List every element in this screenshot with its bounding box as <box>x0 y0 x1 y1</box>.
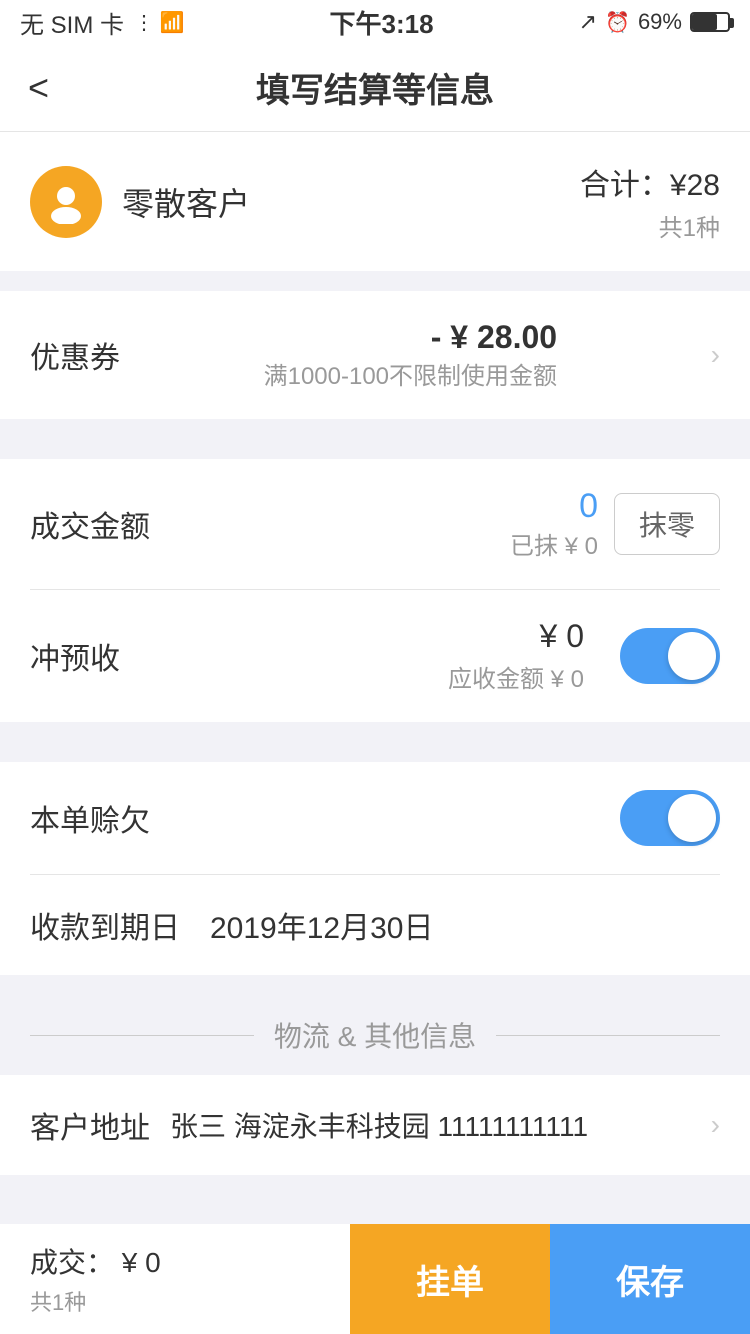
customer-right: 合计：¥28 共1种 <box>580 160 720 243</box>
transaction-section: 成交金额 0 已抹 ¥ 0 抹零 冲预收 ¥ 0 应收金额 ¥ 0 <box>0 459 750 722</box>
pending-button[interactable]: 挂单 <box>350 1224 550 1334</box>
bottom-transaction-label: 成交： <box>30 1247 114 1278</box>
coupon-section[interactable]: 优惠券 - ¥ 28.00 满1000-100不限制使用金额 › <box>0 291 750 419</box>
chevron-right-icon: › <box>711 339 720 371</box>
transaction-already-rounded: 已抹 ¥ 0 <box>510 526 598 561</box>
status-right: ↗ ⏰ 69% <box>579 9 730 35</box>
debt-toggle[interactable] <box>620 790 720 846</box>
alarm-icon: ⏰ <box>605 10 630 35</box>
due-date-value: 2019年12月30日 <box>210 903 433 947</box>
address-row[interactable]: 客户地址 张三 海淀永丰科技园 11111111111 › <box>0 1075 750 1175</box>
bottom-bar: 成交： ¥ 0 共1种 挂单 保存 <box>0 1224 750 1334</box>
customer-name: 零散客户 <box>122 179 250 225</box>
section-divider-2 <box>0 742 750 762</box>
transaction-amount-right: 0 已抹 ¥ 0 抹零 <box>150 487 720 561</box>
sim-status: 无 SIM 卡 <box>20 5 124 40</box>
transaction-amount-row: 成交金额 0 已抹 ¥ 0 抹零 <box>0 459 750 589</box>
address-section[interactable]: 客户地址 张三 海淀永丰科技园 11111111111 › <box>0 1075 750 1175</box>
bottom-count: 共1种 <box>30 1285 320 1317</box>
debt-section: 本单赊欠 收款到期日 2019年12月30日 <box>0 762 750 975</box>
toggle-knob <box>668 632 716 680</box>
nav-bar: < 填写结算等信息 <box>0 44 750 132</box>
coupon-label: 优惠券 <box>30 333 120 377</box>
prepayment-label: 冲预收 <box>30 634 120 678</box>
bottom-info: 成交： ¥ 0 共1种 <box>0 1241 350 1317</box>
debt-label: 本单赊欠 <box>30 796 150 840</box>
customer-row: 零散客户 合计：¥28 共1种 <box>0 132 750 271</box>
total-amount: 合计：¥28 <box>580 160 720 204</box>
location-icon: ↗ <box>579 9 597 35</box>
coupon-value: - ¥ 28.00 <box>264 319 557 356</box>
content: 零散客户 合计：¥28 共1种 优惠券 - ¥ 28.00 满1000-100不… <box>0 132 750 1315</box>
prepayment-right: ¥ 0 应收金额 ¥ 0 <box>120 618 720 694</box>
coupon-block: - ¥ 28.00 满1000-100不限制使用金额 <box>264 319 557 391</box>
prepayment-row: 冲预收 ¥ 0 应收金额 ¥ 0 <box>0 590 750 722</box>
page-title: 填写结算等信息 <box>256 63 494 112</box>
logistics-label: 物流 & 其他信息 <box>254 1015 496 1055</box>
prepayment-sub: 应收金额 ¥ 0 <box>448 659 584 694</box>
address-value: 张三 海淀永丰科技园 11111111111 <box>150 1105 711 1145</box>
transaction-amount-value: 0 <box>510 487 598 526</box>
time: 下午3:18 <box>330 4 434 41</box>
bottom-transaction: 成交： ¥ 0 <box>30 1241 320 1281</box>
customer-section: 零散客户 合计：¥28 共1种 <box>0 132 750 271</box>
section-divider-1 <box>0 439 750 459</box>
wifi-icon: ⋮ 📶 <box>134 10 184 35</box>
battery-icon <box>690 12 730 32</box>
battery-percent: 69% <box>638 9 682 35</box>
prepayment-toggle[interactable] <box>620 628 720 684</box>
transaction-amount-label: 成交金额 <box>30 502 150 546</box>
debt-row: 本单赊欠 <box>0 762 750 874</box>
debt-right <box>150 790 720 846</box>
address-chevron-icon: › <box>711 1109 720 1141</box>
back-button[interactable]: < <box>28 67 49 109</box>
coupon-row[interactable]: 优惠券 - ¥ 28.00 满1000-100不限制使用金额 › <box>0 291 750 419</box>
bottom-transaction-value: ¥ 0 <box>122 1247 161 1278</box>
customer-left: 零散客户 <box>30 166 250 238</box>
total-count: 共1种 <box>580 208 720 243</box>
round-zero-button[interactable]: 抹零 <box>614 493 720 555</box>
status-bar: 无 SIM 卡 ⋮ 📶 下午3:18 ↗ ⏰ 69% <box>0 0 750 44</box>
logistics-separator: 物流 & 其他信息 <box>0 995 750 1075</box>
coupon-sub-text: 满1000-100不限制使用金额 <box>264 356 557 391</box>
avatar <box>30 166 102 238</box>
due-date-row: 收款到期日 2019年12月30日 <box>0 875 750 975</box>
due-date-label: 收款到期日 <box>30 903 180 947</box>
status-left: 无 SIM 卡 ⋮ 📶 <box>20 5 184 40</box>
prepayment-value: ¥ 0 <box>448 618 584 655</box>
prepayment-value-block: ¥ 0 应收金额 ¥ 0 <box>448 618 584 694</box>
save-button[interactable]: 保存 <box>550 1224 750 1334</box>
debt-toggle-knob <box>668 794 716 842</box>
address-label: 客户地址 <box>30 1103 150 1147</box>
